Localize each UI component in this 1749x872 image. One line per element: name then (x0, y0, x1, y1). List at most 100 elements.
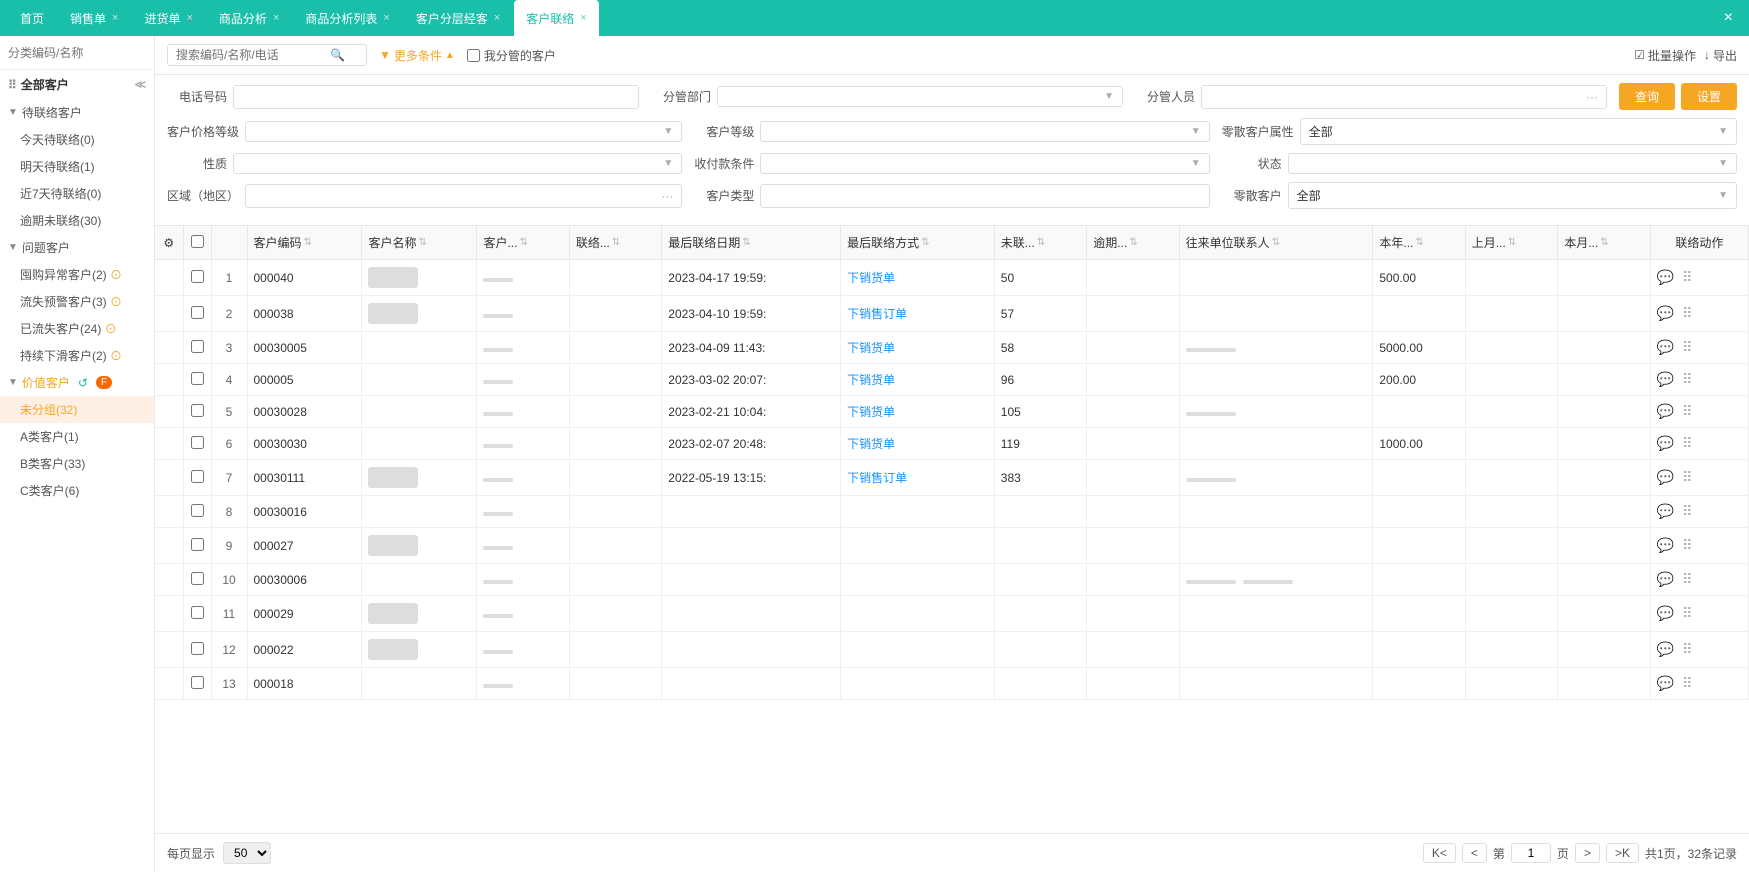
sidebar-item-a-class[interactable]: A类客户(1) (0, 423, 154, 450)
filter-status-select[interactable]: ▼ (1288, 153, 1737, 174)
contact-method-link[interactable]: 下销售订单 (847, 471, 907, 485)
nav-product-analysis-list-close-icon[interactable]: × (383, 12, 389, 24)
current-page-input[interactable] (1511, 843, 1551, 863)
export-button[interactable]: ↓ 导出 (1704, 47, 1737, 64)
nav-product-analysis-list[interactable]: 商品分析列表 × (293, 0, 401, 36)
sidebar-item-abnormal-hoard[interactable]: 囤购异常客户(2) ⊙ (0, 261, 154, 288)
row-checkbox-12[interactable] (191, 676, 204, 689)
nav-purchase-close-icon[interactable]: × (186, 12, 192, 24)
grid-action-icon-2[interactable]: ⠿ (1682, 339, 1692, 356)
row-checkbox-6[interactable] (191, 470, 204, 483)
chat-icon-4[interactable]: 💬 (1657, 403, 1674, 420)
sidebar-item-overdue-pending[interactable]: 逾期未联络(30) (0, 207, 154, 234)
row-checkbox-3[interactable] (191, 372, 204, 385)
last-page-button[interactable]: >K (1606, 843, 1639, 863)
row-checkbox-5[interactable] (191, 436, 204, 449)
nav-product-analysis[interactable]: 商品分析 × (207, 0, 291, 36)
th-code[interactable]: 客户编码⇅ (247, 226, 362, 260)
sidebar-item-churned[interactable]: 已流失客户(24) ⊙ (0, 315, 154, 342)
filter-manager-select[interactable]: ··· (1201, 85, 1607, 109)
row-checkbox-11[interactable] (191, 642, 204, 655)
sidebar-item-b-class[interactable]: B类客户(33) (0, 450, 154, 477)
row-checkbox-2[interactable] (191, 340, 204, 353)
filter-nature-select[interactable]: ▼ (233, 153, 682, 174)
sidebar-item-declining[interactable]: 持续下滑客户(2) ⊙ (0, 342, 154, 369)
row-checkbox-4[interactable] (191, 404, 204, 417)
th-category[interactable]: 客户...⇅ (477, 226, 569, 260)
th-last-month[interactable]: 上月...⇅ (1465, 226, 1557, 260)
query-button[interactable]: 查询 (1619, 83, 1675, 110)
contact-method-link[interactable]: 下销货单 (847, 405, 895, 419)
grid-action-icon-3[interactable]: ⠿ (1682, 371, 1692, 388)
filter-search-icon[interactable]: 🔍 (330, 48, 345, 62)
grid-action-icon-1[interactable]: ⠿ (1682, 305, 1692, 322)
grid-action-icon-9[interactable]: ⠿ (1682, 571, 1692, 588)
chat-icon-10[interactable]: 💬 (1657, 605, 1674, 622)
nav-customer-segment[interactable]: 客户分层经客 × (404, 0, 512, 36)
row-checkbox-8[interactable] (191, 538, 204, 551)
nav-purchase[interactable]: 进货单 × (132, 0, 204, 36)
sidebar-group-problem[interactable]: ▼ 问题客户 (0, 234, 154, 261)
value-refresh-icon[interactable]: ↺ (78, 376, 88, 390)
contact-method-link[interactable]: 下销货单 (847, 373, 895, 387)
th-no-contact[interactable]: 未联...⇅ (994, 226, 1086, 260)
chat-icon-6[interactable]: 💬 (1657, 469, 1674, 486)
th-overdue[interactable]: 逾期...⇅ (1087, 226, 1179, 260)
sidebar-all-customers[interactable]: ⠿ 全部客户 ≪ (0, 70, 154, 99)
sidebar-item-tomorrow-pending[interactable]: 明天待联络(1) (0, 153, 154, 180)
chat-icon-5[interactable]: 💬 (1657, 435, 1674, 452)
sidebar-item-today-pending[interactable]: 今天待联络(0) (0, 126, 154, 153)
window-close-icon[interactable]: × (1716, 9, 1741, 27)
batch-operation-button[interactable]: ☑ 批量操作 (1634, 47, 1696, 64)
filter-customer-level-select[interactable]: ▼ (760, 121, 1209, 142)
chat-icon-8[interactable]: 💬 (1657, 537, 1674, 554)
grid-action-icon-7[interactable]: ⠿ (1682, 503, 1692, 520)
th-contact[interactable]: 联络...⇅ (569, 226, 661, 260)
page-size-select[interactable]: 50 (223, 842, 271, 864)
grid-action-icon-5[interactable]: ⠿ (1682, 435, 1692, 452)
filter-region-select[interactable]: ··· (245, 184, 682, 208)
filter-price-level-select[interactable]: ▼ (245, 121, 682, 142)
my-customers-checkbox[interactable] (467, 49, 480, 62)
sidebar-item-unclassified[interactable]: 未分组(32) (0, 396, 154, 423)
th-unit-contact[interactable]: 往来单位联系人⇅ (1179, 226, 1373, 260)
chat-icon-11[interactable]: 💬 (1657, 641, 1674, 658)
next-page-button[interactable]: > (1575, 843, 1600, 863)
th-this-month[interactable]: 本月...⇅ (1558, 226, 1650, 260)
grid-action-icon-4[interactable]: ⠿ (1682, 403, 1692, 420)
filter-scatter-attr-select[interactable]: 全部 ▼ (1300, 118, 1737, 145)
th-settings[interactable]: ⚙ (155, 226, 183, 260)
grid-action-icon-0[interactable]: ⠿ (1682, 269, 1692, 286)
grid-action-icon-10[interactable]: ⠿ (1682, 605, 1692, 622)
chat-icon-0[interactable]: 💬 (1657, 269, 1674, 286)
grid-action-icon-8[interactable]: ⠿ (1682, 537, 1692, 554)
select-all-checkbox[interactable] (191, 235, 204, 248)
more-conditions-button[interactable]: ▼ 更多条件 ▲ (379, 47, 455, 64)
th-last-contact-method[interactable]: 最后联络方式⇅ (841, 226, 995, 260)
grid-action-icon-6[interactable]: ⠿ (1682, 469, 1692, 486)
row-checkbox-1[interactable] (191, 306, 204, 319)
sidebar-item-week-pending[interactable]: 近7天待联络(0) (0, 180, 154, 207)
sidebar-item-c-class[interactable]: C类客户(6) (0, 477, 154, 504)
nav-customer-contact-close-icon[interactable]: × (580, 12, 586, 24)
first-page-button[interactable]: K< (1423, 843, 1456, 863)
th-this-year[interactable]: 本年...⇅ (1373, 226, 1465, 260)
nav-sales-close-icon[interactable]: × (112, 12, 118, 24)
chat-icon-3[interactable]: 💬 (1657, 371, 1674, 388)
th-last-contact-date[interactable]: 最后联络日期⇅ (662, 226, 841, 260)
settings-icon[interactable]: ⚙ (163, 236, 174, 250)
contact-method-link[interactable]: 下销货单 (847, 341, 895, 355)
contact-method-link[interactable]: 下销货单 (847, 437, 895, 451)
filter-search-input[interactable] (176, 48, 326, 62)
filter-customer-type-input[interactable] (760, 184, 1209, 208)
filter-phone-input[interactable] (233, 85, 639, 109)
chat-icon-9[interactable]: 💬 (1657, 571, 1674, 588)
filter-dept-select[interactable]: ▼ (717, 86, 1123, 107)
contact-method-link[interactable]: 下销货单 (847, 271, 895, 285)
row-checkbox-7[interactable] (191, 504, 204, 517)
row-checkbox-10[interactable] (191, 606, 204, 619)
grid-action-icon-12[interactable]: ⠿ (1682, 675, 1692, 692)
sidebar-search-input[interactable] (8, 46, 155, 60)
nav-sales[interactable]: 销售单 × (58, 0, 130, 36)
contact-method-link[interactable]: 下销售订单 (847, 307, 907, 321)
